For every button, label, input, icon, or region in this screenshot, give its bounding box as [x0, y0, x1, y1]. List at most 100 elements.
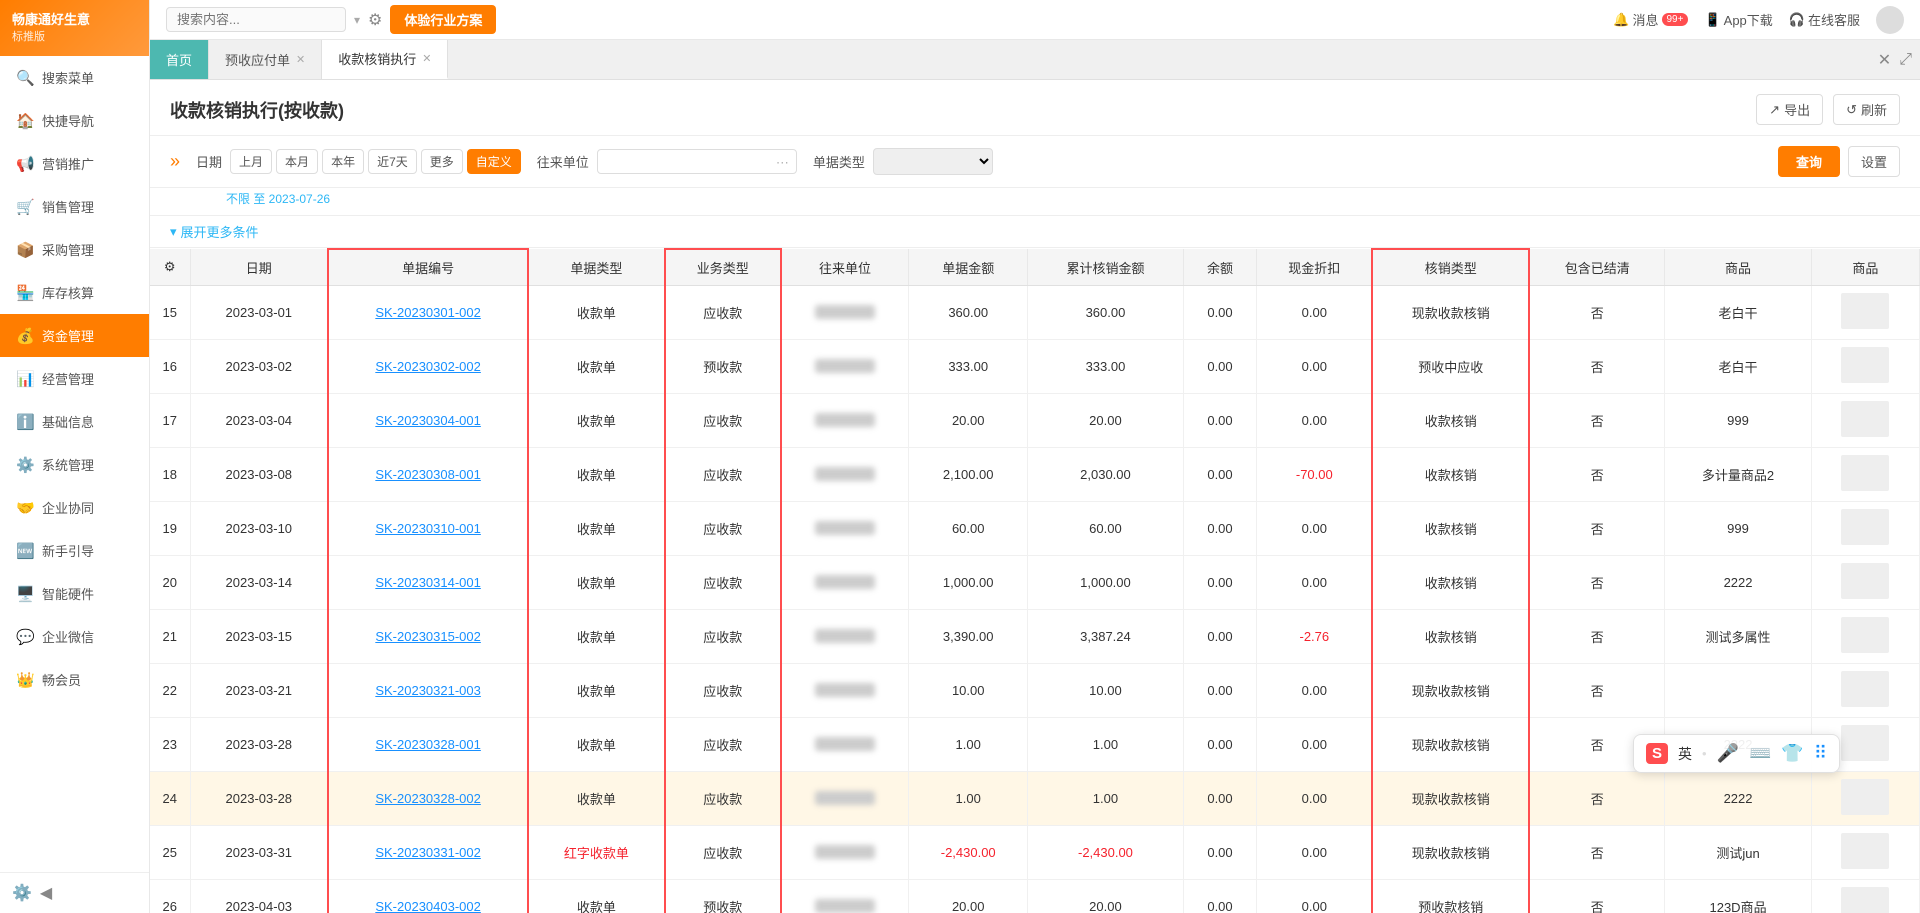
collapse-icon[interactable]: ◀ [40, 883, 52, 903]
topbar-dropdown-arrow[interactable]: ▾ [354, 13, 360, 27]
cell-cash-discount: 0.00 [1257, 718, 1372, 772]
sidebar-item-marketing[interactable]: 📢营销推广 [0, 142, 149, 185]
keyboard-icon[interactable]: ⌨️ [1749, 743, 1771, 764]
cell-include-cleared: 否 [1529, 826, 1665, 880]
shirt-icon[interactable]: 👕 [1781, 743, 1803, 764]
tab-prepay-close[interactable]: ✕ [296, 53, 305, 66]
app-download-link[interactable]: 📱 App下载 [1704, 10, 1772, 29]
sidebar-item-quick[interactable]: 🏠快捷导航 [0, 99, 149, 142]
date-this-month-btn[interactable]: 本月 [276, 149, 318, 174]
date-quick-btns: 上月 本月 本年 近7天 更多 自定义 [230, 149, 521, 174]
voucher-no-link[interactable]: SK-20230302-002 [375, 359, 481, 374]
cell-cash-discount: 0.00 [1257, 826, 1372, 880]
voucher-no-link[interactable]: SK-20230403-002 [375, 899, 481, 913]
sidebar-item-guide[interactable]: 🆕新手引导 [0, 529, 149, 572]
online-service-link[interactable]: 🎧 在线客服 [1789, 10, 1860, 29]
date-this-year-btn[interactable]: 本年 [322, 149, 364, 174]
cell-date: 2023-03-28 [190, 772, 328, 826]
voucher-no-link[interactable]: SK-20230310-001 [375, 521, 481, 536]
voucher-no-link[interactable]: SK-20230328-002 [375, 791, 481, 806]
cell-cumulative: 10.00 [1028, 664, 1183, 718]
cell-cancel-type: 现款收款核销 [1372, 664, 1529, 718]
voucher-type-select[interactable] [873, 148, 993, 175]
voucher-no-link[interactable]: SK-20230314-001 [375, 575, 481, 590]
cell-balance: 0.00 [1183, 286, 1257, 340]
tab-collection[interactable]: 收款核销执行 ✕ [322, 40, 448, 79]
sidebar-item-sales[interactable]: 🛒销售管理 [0, 185, 149, 228]
cell-cumulative: -2,430.00 [1028, 826, 1183, 880]
sidebar-item-enterprise[interactable]: 🤝企业协同 [0, 486, 149, 529]
voucher-no-link[interactable]: SK-20230321-003 [375, 683, 481, 698]
sidebar-item-search[interactable]: 🔍搜索菜单 [0, 56, 149, 99]
english-label: 英 [1678, 744, 1692, 764]
tab-home[interactable]: 首页 [150, 40, 209, 79]
table-row: 16 2023-03-02 SK-20230302-002 收款单 预收款 33… [150, 340, 1920, 394]
grid-icon[interactable]: ⠿ [1814, 743, 1827, 764]
voucher-no-link[interactable]: SK-20230301-002 [375, 305, 481, 320]
mic-icon[interactable]: 🎤 [1717, 743, 1739, 764]
cell-date: 2023-04-03 [190, 880, 328, 913]
date-last-month-btn[interactable]: 上月 [230, 149, 272, 174]
col-header-cancel-type: 核销类型 [1372, 249, 1529, 286]
cell-biz-type: 应收款 [665, 610, 781, 664]
expand-more-conditions[interactable]: ▾ 展开更多条件 [150, 216, 1920, 248]
date-custom-btn[interactable]: 自定义 [467, 149, 521, 174]
voucher-no-link[interactable]: SK-20230331-002 [375, 845, 481, 860]
partner-filter-dots[interactable]: ··· [776, 154, 789, 169]
cell-cumulative: 60.00 [1028, 502, 1183, 556]
cell-cumulative: 360.00 [1028, 286, 1183, 340]
topbar: ▾ ⚙ 体验行业方案 🔔 消息 99+ 📱 App下载 🎧 在线客服 [150, 0, 1920, 40]
settings-icon[interactable]: ⚙️ [12, 883, 32, 903]
sidebar-item-system[interactable]: ⚙️系统管理 [0, 443, 149, 486]
date-more-btn[interactable]: 更多 [421, 149, 463, 174]
topbar-gear-icon[interactable]: ⚙ [368, 10, 382, 30]
sidebar-item-wechat[interactable]: 💬企业微信 [0, 615, 149, 658]
date-7days-btn[interactable]: 近7天 [368, 149, 417, 174]
messages-link[interactable]: 🔔 消息 99+ [1613, 10, 1688, 29]
sidebar-item-hardware[interactable]: 🖥️智能硬件 [0, 572, 149, 615]
sidebar-logo: 畅康通好生意 标推版 [0, 0, 149, 56]
user-avatar[interactable] [1876, 6, 1904, 34]
voucher-no-link[interactable]: SK-20230315-002 [375, 629, 481, 644]
tabs-bar: 首页 预收应付单 ✕ 收款核销执行 ✕ ✕ ⤢ [150, 40, 1920, 80]
refresh-button[interactable]: ↺ 刷新 [1833, 94, 1900, 125]
voucher-no-link[interactable]: SK-20230328-001 [375, 737, 481, 752]
solution-button[interactable]: 体验行业方案 [390, 5, 496, 34]
filter-settings-button[interactable]: 设置 [1848, 146, 1900, 177]
export-button[interactable]: ↗ 导出 [1756, 94, 1823, 125]
cell-amount: 2,100.00 [909, 448, 1028, 502]
topbar-search-input[interactable] [166, 7, 346, 32]
sidebar-item-basic[interactable]: ℹ️基础信息 [0, 400, 149, 443]
sidebar-item-member[interactable]: 👑畅会员 [0, 658, 149, 701]
sidebar-item-inventory[interactable]: 🏪库存核算 [0, 271, 149, 314]
sidebar-item-operation[interactable]: 📊经营管理 [0, 357, 149, 400]
tab-close-all-icon[interactable]: ✕ [1878, 50, 1891, 70]
cell-include-cleared: 否 [1529, 448, 1665, 502]
tab-prepay[interactable]: 预收应付单 ✕ [209, 40, 322, 79]
partner-filter-label: 往来单位 [537, 152, 589, 171]
col-header-gear[interactable]: ⚙ [150, 249, 190, 286]
cell-goods2 [1811, 286, 1919, 340]
gear-icon[interactable]: ⚙ [164, 259, 176, 274]
sidebar-item-finance[interactable]: 💰资金管理 [0, 314, 149, 357]
cell-amount: 1.00 [909, 718, 1028, 772]
cell-goods2 [1811, 664, 1919, 718]
tab-expand-icon[interactable]: ⤢ [1899, 51, 1912, 69]
sidebar-label-search: 搜索菜单 [42, 68, 94, 87]
sidebar-icon-basic: ℹ️ [16, 413, 34, 431]
cell-amount: 10.00 [909, 664, 1028, 718]
sidebar-item-purchase[interactable]: 📦采购管理 [0, 228, 149, 271]
cell-include-cleared: 否 [1529, 610, 1665, 664]
voucher-no-link[interactable]: SK-20230308-001 [375, 467, 481, 482]
cell-amount: 333.00 [909, 340, 1028, 394]
sidebar-label-finance: 资金管理 [42, 326, 94, 345]
double-arrow-icon[interactable]: » [170, 151, 180, 172]
cell-voucher-no: SK-20230328-002 [328, 772, 528, 826]
voucher-no-link[interactable]: SK-20230304-001 [375, 413, 481, 428]
cell-voucher-type: 收款单 [528, 448, 665, 502]
cell-amount: 1,000.00 [909, 556, 1028, 610]
table-row: 25 2023-03-31 SK-20230331-002 红字收款单 应收款 … [150, 826, 1920, 880]
tab-collection-close[interactable]: ✕ [422, 52, 431, 65]
partner-filter-input[interactable] [597, 149, 797, 174]
query-button[interactable]: 查询 [1778, 146, 1840, 177]
